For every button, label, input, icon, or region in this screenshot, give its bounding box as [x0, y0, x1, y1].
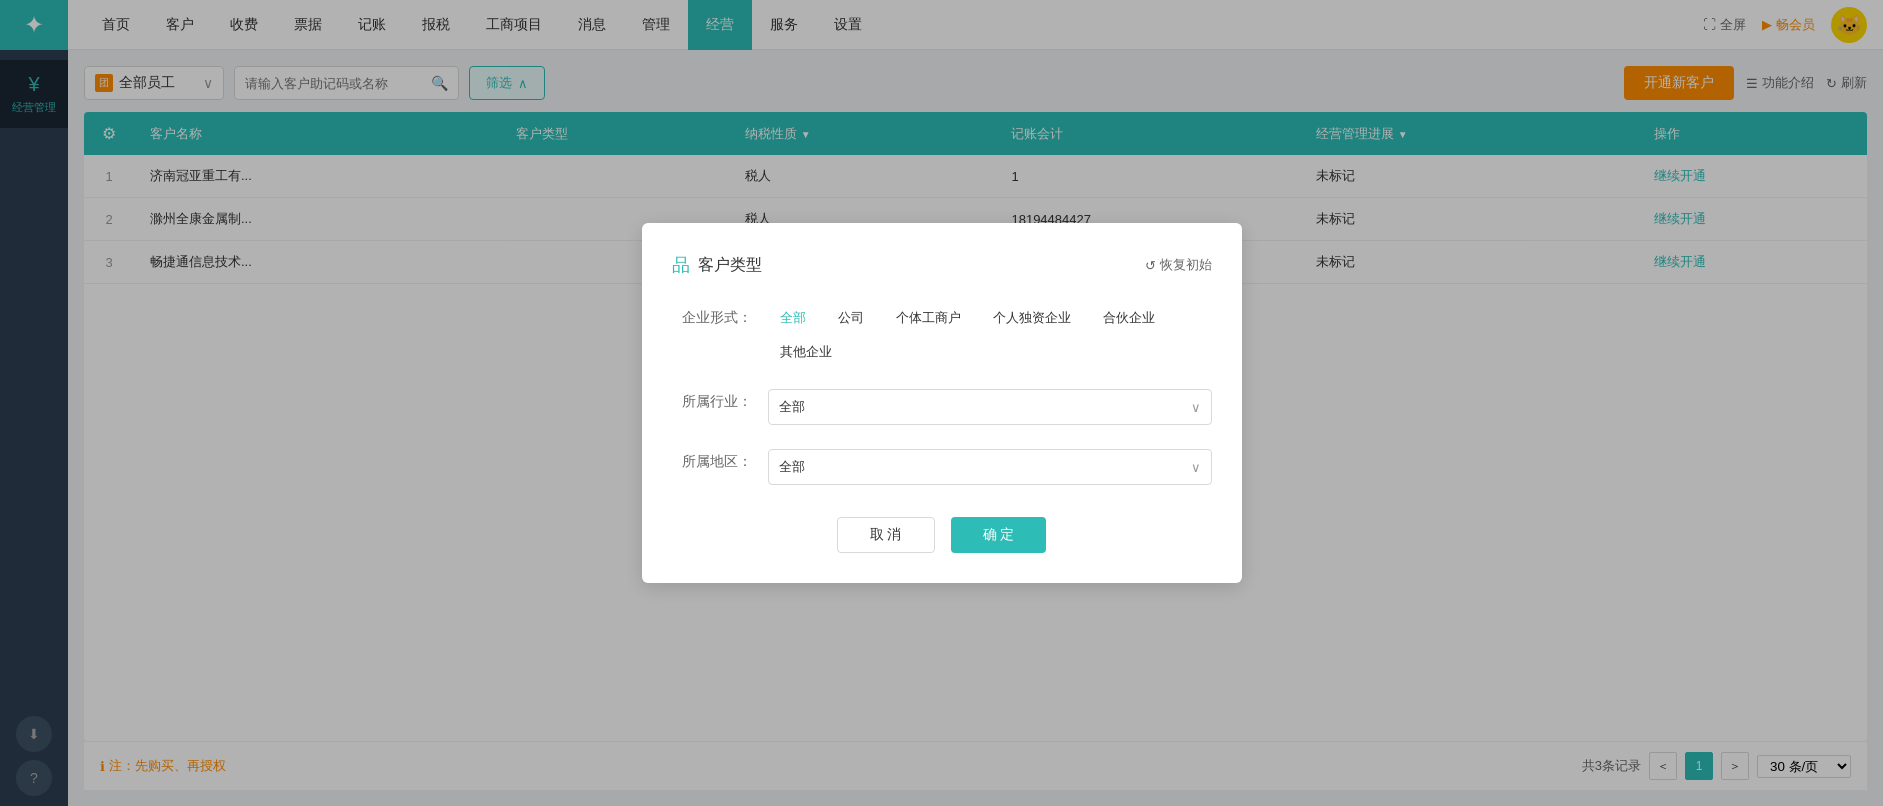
region-value: 全部	[779, 458, 805, 476]
industry-select[interactable]: 全部 ∨	[768, 389, 1212, 425]
region-label: 所属地区：	[672, 449, 752, 471]
enterprise-type-options: 全部 公司 个体工商户 个人独资企业 合伙企业 其他企业	[768, 305, 1212, 365]
modal-footer: 取 消 确 定	[672, 517, 1212, 553]
enterprise-type-company[interactable]: 公司	[826, 305, 876, 331]
region-select[interactable]: 全部 ∨	[768, 449, 1212, 485]
modal-overlay[interactable]: 品 客户类型 ↺ 恢复初始 企业形式： 全部 公司 个体工商户 个人独资企业 合…	[0, 0, 1883, 806]
enterprise-type-individual[interactable]: 个体工商户	[884, 305, 973, 331]
enterprise-type-sole[interactable]: 个人独资企业	[981, 305, 1083, 331]
region-chevron-icon: ∨	[1191, 460, 1201, 475]
reset-label: 恢复初始	[1160, 256, 1212, 274]
industry-select-wrapper: 全部 ∨	[768, 389, 1212, 425]
enterprise-type-all[interactable]: 全部	[768, 305, 818, 331]
confirm-button[interactable]: 确 定	[951, 517, 1047, 553]
region-form-row: 所属地区： 全部 ∨	[672, 449, 1212, 485]
reset-btn[interactable]: ↺ 恢复初始	[1145, 256, 1212, 274]
enterprise-form-row: 企业形式： 全部 公司 个体工商户 个人独资企业 合伙企业 其他企业	[672, 305, 1212, 365]
modal-title-bar: 品 客户类型 ↺ 恢复初始	[672, 253, 1212, 277]
enterprise-form-label: 企业形式：	[672, 305, 752, 327]
modal-title-icon: 品	[672, 253, 690, 277]
enterprise-type-other[interactable]: 其他企业	[768, 339, 844, 365]
industry-label: 所属行业：	[672, 389, 752, 411]
modal-title: 品 客户类型	[672, 253, 762, 277]
industry-chevron-icon: ∨	[1191, 400, 1201, 415]
enterprise-type-partnership[interactable]: 合伙企业	[1091, 305, 1167, 331]
industry-value: 全部	[779, 398, 805, 416]
modal-title-text: 客户类型	[698, 255, 762, 276]
reset-icon: ↺	[1145, 258, 1156, 273]
industry-form-row: 所属行业： 全部 ∨	[672, 389, 1212, 425]
customer-type-modal: 品 客户类型 ↺ 恢复初始 企业形式： 全部 公司 个体工商户 个人独资企业 合…	[642, 223, 1242, 583]
cancel-button[interactable]: 取 消	[837, 517, 935, 553]
region-select-wrapper: 全部 ∨	[768, 449, 1212, 485]
